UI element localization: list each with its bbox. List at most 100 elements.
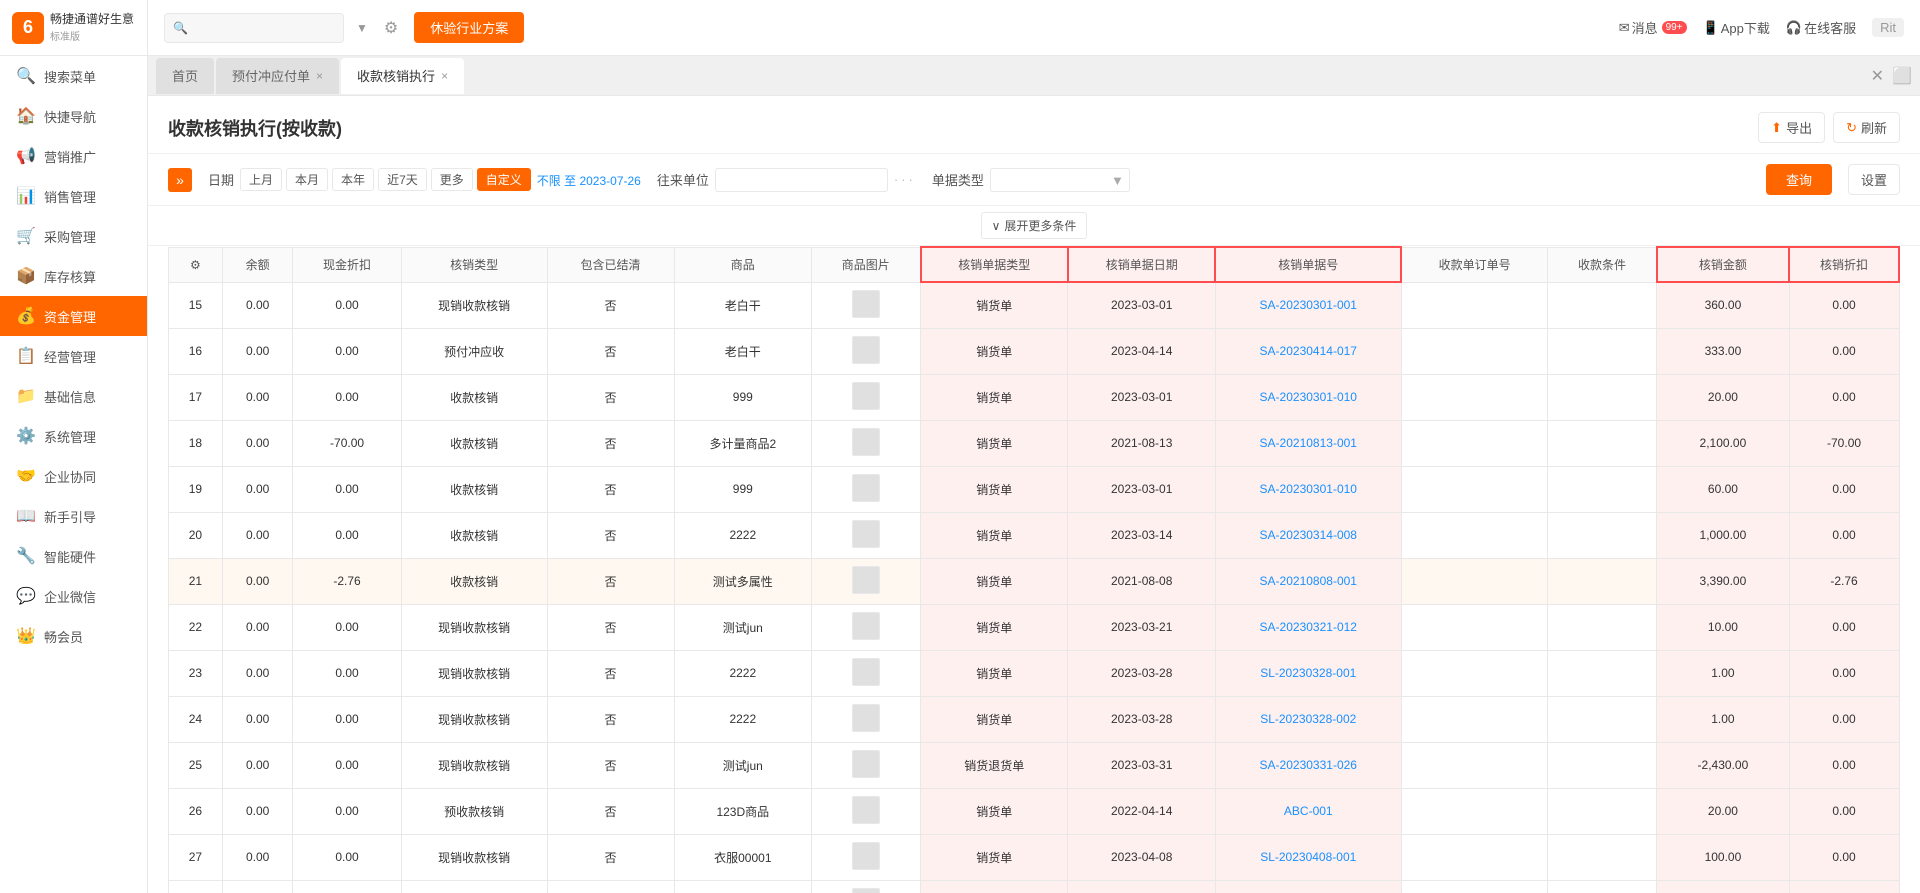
tab-prepaid[interactable]: 预付冲应付单× [216,58,339,94]
bill-no-link[interactable]: SL-20230328-002 [1260,712,1356,726]
sidebar-label-marketing: 营销推广 [44,147,96,166]
sidebar-item-hardware[interactable]: 🔧智能硬件 [0,536,147,576]
service-link[interactable]: 🎧 在线客服 [1786,18,1856,37]
close-window-icon[interactable]: ✕ [1871,66,1884,86]
cell-row_num: 27 [169,834,223,880]
user-label[interactable]: Rit [1872,18,1904,37]
sidebar-item-basic[interactable]: 📁基础信息 [0,376,147,416]
expand-more-btn[interactable]: ∨ 展开更多条件 [981,212,1088,239]
sidebar-item-purchase[interactable]: 🛒采购管理 [0,216,147,256]
table-row: 200.000.00收款核销否2222销货单2023-03-14SA-20230… [169,512,1900,558]
cell-include_settled: 否 [547,328,674,374]
tab-collection[interactable]: 收款核销执行× [341,58,464,94]
filter-settings-btn[interactable]: 设置 [1848,164,1900,195]
cell-cancel_discount: 0.00 [1789,512,1899,558]
receipt-type-select[interactable] [990,168,1130,192]
sidebar-item-finance[interactable]: 💰资金管理 [0,296,147,336]
query-btn[interactable]: 查询 [1766,164,1832,195]
cell-cancel_bill_no[interactable]: SA-20230314-008 [1215,512,1401,558]
bill-no-link[interactable]: SA-20230301-010 [1260,482,1357,496]
topbar-search-box[interactable]: 🔍 [164,13,344,43]
filter-expand-btn[interactable]: » [168,168,192,192]
date-this-year-btn[interactable]: 本年 [332,168,374,191]
cell-row_num: 19 [169,466,223,512]
cell-cancel_bill_no[interactable]: SL-20230328-002 [1215,696,1401,742]
app-download-link[interactable]: 📱 App下载 [1703,18,1770,37]
topbar-dropdown[interactable]: ▼ [356,21,368,35]
bill-no-link[interactable]: SL-20230328-001 [1260,666,1356,680]
tab-close-prepaid[interactable]: × [316,69,323,83]
bill-no-link[interactable]: SA-20230321-012 [1260,620,1357,634]
sidebar-item-search[interactable]: 🔍搜索菜单 [0,56,147,96]
col-header-goods: 商品 [674,247,812,282]
sidebar-item-operations[interactable]: 📋经营管理 [0,336,147,376]
bill-no-link[interactable]: SA-20230331-026 [1260,758,1357,772]
date-7days-btn[interactable]: 近7天 [378,168,427,191]
service-label: 在线客服 [1804,18,1856,37]
counterpart-input[interactable] [715,168,888,192]
bill-no-link[interactable]: ABC-001 [1284,804,1333,818]
restore-icon[interactable]: ⬜ [1892,66,1912,86]
cell-cancel_type: 收款核销 [401,420,547,466]
counterpart-dots[interactable]: ··· [894,172,916,187]
cell-receipt_condition [1548,420,1657,466]
sidebar-label-purchase: 采购管理 [44,227,96,246]
date-more-btn[interactable]: 更多 [431,168,473,191]
sidebar-item-marketing[interactable]: 📢营销推广 [0,136,147,176]
cell-goods: 2222 [674,650,812,696]
cell-cancel_bill_no[interactable]: SL-20230408-001 [1215,834,1401,880]
cell-cancel_discount: 0.00 [1789,788,1899,834]
cell-cancel_bill_no[interactable]: SA-20230301-010 [1215,374,1401,420]
sidebar-item-quick-nav[interactable]: 🏠快捷导航 [0,96,147,136]
cell-cancel_bill_no[interactable]: SA-20230301-010 [1215,466,1401,512]
date-custom-btn[interactable]: 自定义 [477,168,531,191]
cell-cancel_bill_no[interactable]: SA-20210808-001 [1215,558,1401,604]
cell-cancel_bill_no[interactable]: SA-20230331-026 [1215,742,1401,788]
refresh-btn[interactable]: ↻ 刷新 [1833,112,1900,143]
bill-no-link[interactable]: SA-20230414-017 [1260,344,1357,358]
bill-no-link[interactable]: SA-20230314-008 [1260,528,1357,542]
bill-no-link[interactable]: SA-20230301-010 [1260,390,1357,404]
cell-cancel_discount: 0.00 [1789,466,1899,512]
cell-cancel_type: 预收款核销 [401,788,547,834]
settings-icon[interactable]: ⚙ [380,14,402,42]
cell-cancel_discount: 0.00 [1789,834,1899,880]
cell-cancel_bill_no[interactable]: SL-20230328-001 [1215,650,1401,696]
messages-link[interactable]: ✉ 消息 99+ [1619,18,1687,37]
tab-close-collection[interactable]: × [441,69,448,83]
cell-goods: 2222 [674,512,812,558]
cell-cash_discount: 0.00 [293,328,401,374]
sidebar-item-member[interactable]: 👑畅会员 [0,616,147,656]
col-header-include_settled: 包含已结清 [547,247,674,282]
bill-no-link[interactable]: SA-20230301-001 [1260,298,1357,312]
cell-cancel_bill_no[interactable]: SA-20210813-001 [1215,420,1401,466]
sidebar-item-sales[interactable]: 📊销售管理 [0,176,147,216]
cell-cancel_bill_no[interactable]: SA-20230321-012 [1215,604,1401,650]
sidebar-item-collab[interactable]: 🤝企业协同 [0,456,147,496]
cell-cancel_bill_date: 2021-08-13 [1068,420,1215,466]
cell-goods_img [812,742,921,788]
cell-cancel_bill_no[interactable]: ABC-001 [1215,788,1401,834]
bill-no-link[interactable]: SL-20230408-001 [1260,850,1356,864]
sidebar-item-system[interactable]: ⚙️系统管理 [0,416,147,456]
cell-goods: 多计量商品2 [674,420,812,466]
bill-no-link[interactable]: SA-20210808-001 [1260,574,1357,588]
cell-cancel_amount: 2,100.00 [1657,420,1789,466]
cell-receipt_order_no [1401,512,1548,558]
export-btn[interactable]: ⬆ 导出 [1758,112,1825,143]
tab-home[interactable]: 首页 [156,58,214,94]
sidebar-item-guide[interactable]: 📖新手引导 [0,496,147,536]
cell-cancel_bill_no[interactable]: SL-20230418-001 [1215,880,1401,893]
cell-receipt_order_no [1401,880,1548,893]
sidebar-item-wechat[interactable]: 💬企业微信 [0,576,147,616]
cell-cancel_bill_no[interactable]: SA-20230301-001 [1215,282,1401,328]
cell-row_num: 25 [169,742,223,788]
cell-cancel_type: 现销收款核销 [401,696,547,742]
date-this-month-btn[interactable]: 本月 [286,168,328,191]
sidebar-label-inventory: 库存核算 [44,267,96,286]
cell-cancel_bill_no[interactable]: SA-20230414-017 [1215,328,1401,374]
bill-no-link[interactable]: SA-20210813-001 [1260,436,1357,450]
sidebar-item-inventory[interactable]: 📦库存核算 [0,256,147,296]
industry-btn[interactable]: 休验行业方案 [414,12,524,43]
date-last-month-btn[interactable]: 上月 [240,168,282,191]
